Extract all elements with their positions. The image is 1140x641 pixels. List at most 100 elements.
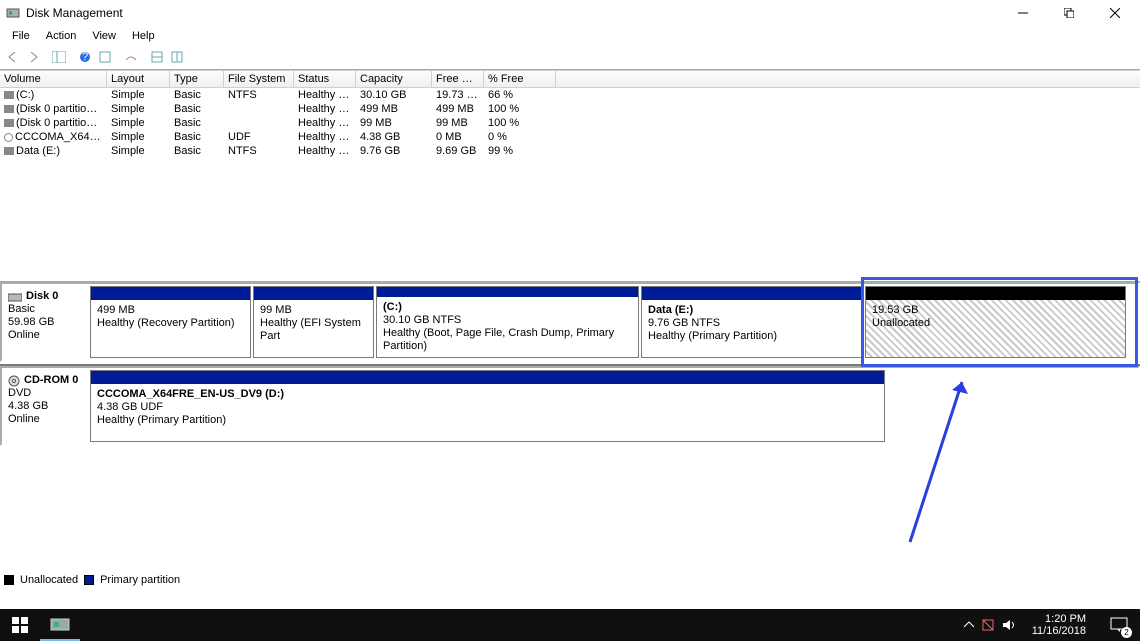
- close-button[interactable]: [1092, 0, 1138, 26]
- cell-type: Basic: [170, 89, 224, 101]
- col-type[interactable]: Type: [170, 70, 224, 87]
- legend-unallocated: Unallocated: [20, 574, 78, 586]
- disk-0-partition-1[interactable]: 99 MBHealthy (EFI System Part: [253, 286, 374, 358]
- view2-button[interactable]: [168, 48, 186, 66]
- cell-pct: 0 %: [484, 131, 556, 143]
- help-button[interactable]: ?: [76, 48, 94, 66]
- menu-action[interactable]: Action: [38, 28, 85, 44]
- forward-button[interactable]: [24, 48, 42, 66]
- show-hide-tree-button[interactable]: [50, 48, 68, 66]
- cell-fs: NTFS: [224, 145, 294, 157]
- cell-type: Basic: [170, 103, 224, 115]
- tray-chevron-icon[interactable]: [964, 620, 974, 630]
- cell-status: Healthy (R...: [294, 103, 356, 115]
- window-title: Disk Management: [26, 6, 1000, 20]
- menu-view[interactable]: View: [84, 28, 124, 44]
- disk-0-partition-4[interactable]: 19.53 GBUnallocated: [865, 286, 1126, 358]
- menu-help[interactable]: Help: [124, 28, 163, 44]
- cell-capacity: 9.76 GB: [356, 145, 432, 157]
- disk-0-row[interactable]: Disk 0 Basic 59.98 GB Online 499 MBHealt…: [0, 282, 1140, 362]
- partition-line2: Healthy (Primary Partition): [648, 330, 856, 343]
- disk-0-partition-0[interactable]: 499 MBHealthy (Recovery Partition): [90, 286, 251, 358]
- table-row[interactable]: (Disk 0 partition 1)SimpleBasicHealthy (…: [0, 102, 1140, 116]
- col-volume[interactable]: Volume: [0, 70, 107, 87]
- cdrom-0-state: Online: [8, 413, 82, 426]
- partition-body: 99 MBHealthy (EFI System Part: [254, 300, 373, 357]
- maximize-button[interactable]: [1046, 0, 1092, 26]
- cell-layout: Simple: [107, 117, 170, 129]
- cell-layout: Simple: [107, 131, 170, 143]
- col-freespace[interactable]: Free Spa...: [432, 70, 484, 87]
- system-tray: 1:20 PM 11/16/2018 2: [960, 609, 1140, 641]
- cdrom-0-kind: DVD: [8, 387, 82, 400]
- legend-swatch-primary: [84, 575, 94, 585]
- cell-status: Healthy (B...: [294, 89, 356, 101]
- settings-button[interactable]: [122, 48, 140, 66]
- view1-button[interactable]: [148, 48, 166, 66]
- partition-stripe: [254, 287, 373, 300]
- cdrom-0-partitions: CCCOMA_X64FRE_EN-US_DV9 (D:) 4.38 GB UDF…: [88, 368, 1138, 444]
- disk-0-partitions: 499 MBHealthy (Recovery Partition)99 MBH…: [88, 284, 1138, 360]
- cell-volume: CCCOMA_X64FRE...: [0, 131, 107, 143]
- cell-capacity: 30.10 GB: [356, 89, 432, 101]
- cell-pct: 100 %: [484, 117, 556, 129]
- disk-icon: [8, 292, 22, 302]
- disk-0-label: Disk 0 Basic 59.98 GB Online: [2, 284, 88, 360]
- cell-free: 0 MB: [432, 131, 484, 143]
- partition-line1: 99 MB: [260, 304, 367, 317]
- tray-clock[interactable]: 1:20 PM 11/16/2018: [1024, 613, 1094, 637]
- disk-0-partition-3[interactable]: Data (E:)9.76 GB NTFSHealthy (Primary Pa…: [641, 286, 863, 358]
- cdrom-0-row[interactable]: CD-ROM 0 DVD 4.38 GB Online CCCOMA_X64FR…: [0, 366, 1140, 446]
- drive-icon: [4, 105, 14, 113]
- cell-free: 9.69 GB: [432, 145, 484, 157]
- table-body[interactable]: (C:)SimpleBasicNTFSHealthy (B...30.10 GB…: [0, 88, 1140, 281]
- col-filesystem[interactable]: File System: [224, 70, 294, 87]
- back-button[interactable]: [4, 48, 22, 66]
- cell-pct: 100 %: [484, 103, 556, 115]
- legend-swatch-unallocated: [4, 575, 14, 585]
- table-row[interactable]: (C:)SimpleBasicNTFSHealthy (B...30.10 GB…: [0, 88, 1140, 102]
- tray-security-icon[interactable]: [982, 619, 994, 631]
- menu-file[interactable]: File: [4, 28, 38, 44]
- cell-fs: UDF: [224, 131, 294, 143]
- col-pctfree[interactable]: % Free: [484, 70, 556, 87]
- cell-status: Healthy (E...: [294, 117, 356, 129]
- partition-stripe: [377, 287, 638, 297]
- tray-notifications[interactable]: 2: [1102, 609, 1136, 641]
- col-status[interactable]: Status: [294, 70, 356, 87]
- start-button[interactable]: [0, 609, 40, 641]
- minimize-button[interactable]: [1000, 0, 1046, 26]
- menubar: File Action View Help: [0, 26, 1140, 45]
- cell-free: 19.73 GB: [432, 89, 484, 101]
- partition-stripe: [642, 287, 862, 300]
- disk-0-name: Disk 0: [8, 290, 82, 303]
- cell-type: Basic: [170, 131, 224, 143]
- partition-line2: Healthy (EFI System Part: [260, 317, 367, 343]
- notif-badge: 2: [1121, 627, 1132, 638]
- table-row[interactable]: Data (E:)SimpleBasicNTFSHealthy (P...9.7…: [0, 144, 1140, 158]
- table-row[interactable]: CCCOMA_X64FRE...SimpleBasicUDFHealthy (P…: [0, 130, 1140, 144]
- partition-name: Data (E:): [648, 304, 856, 317]
- cell-status: Healthy (P...: [294, 131, 356, 143]
- col-capacity[interactable]: Capacity: [356, 70, 432, 87]
- partition-stripe: [866, 287, 1125, 300]
- col-layout[interactable]: Layout: [107, 70, 170, 87]
- refresh-button[interactable]: [96, 48, 114, 66]
- cdrom-0-size: 4.38 GB: [8, 400, 82, 413]
- tray-volume-icon[interactable]: [1002, 619, 1016, 631]
- app-icon: [6, 6, 20, 20]
- cell-volume: Data (E:): [0, 145, 107, 157]
- cell-volume: (Disk 0 partition 2): [0, 117, 107, 129]
- cell-pct: 99 %: [484, 145, 556, 157]
- table-row[interactable]: (Disk 0 partition 2)SimpleBasicHealthy (…: [0, 116, 1140, 130]
- disk-0-kind: Basic: [8, 303, 82, 316]
- cell-layout: Simple: [107, 89, 170, 101]
- partition-size: 4.38 GB UDF: [97, 401, 878, 414]
- taskbar-disk-mgmt[interactable]: [40, 609, 80, 641]
- cell-volume: (Disk 0 partition 1): [0, 103, 107, 115]
- col-spacer: [556, 70, 1140, 87]
- cdrom-0-partition[interactable]: CCCOMA_X64FRE_EN-US_DV9 (D:) 4.38 GB UDF…: [90, 370, 885, 442]
- disk-0-partition-2[interactable]: (C:)30.10 GB NTFSHealthy (Boot, Page Fil…: [376, 286, 639, 358]
- partition-line1: 19.53 GB: [872, 304, 1119, 317]
- legend-primary: Primary partition: [100, 574, 180, 586]
